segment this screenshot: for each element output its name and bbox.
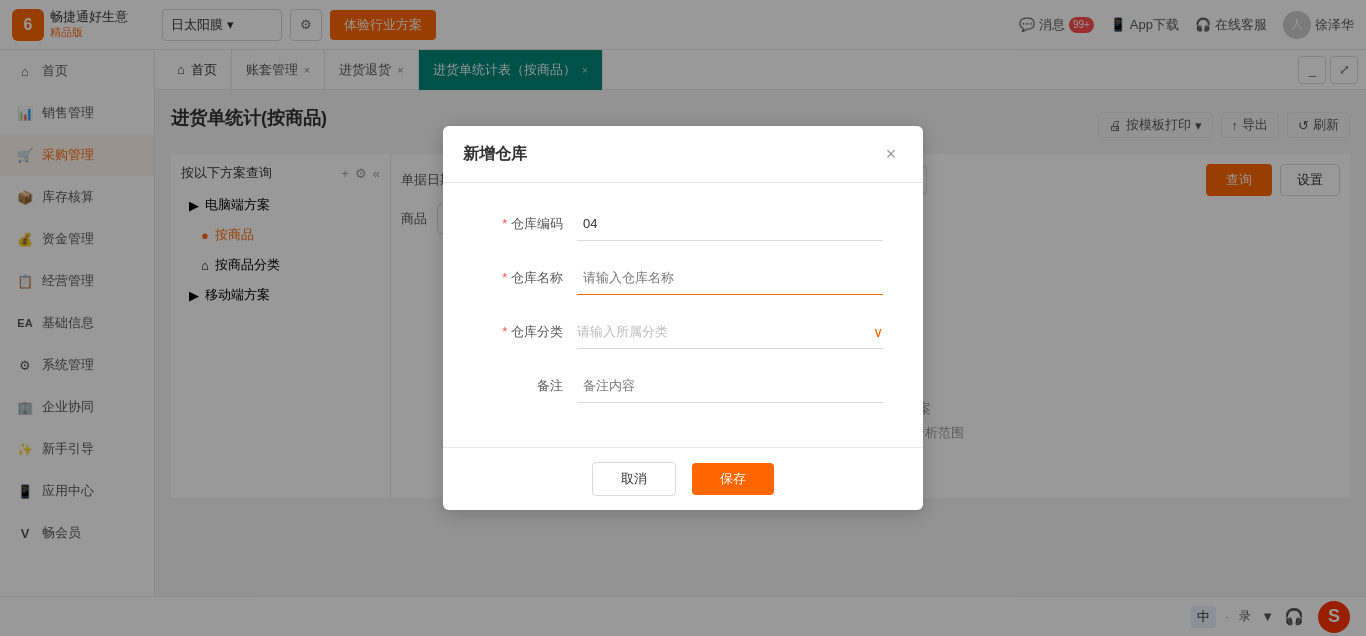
category-label: 仓库分类: [483, 323, 563, 341]
form-row-note: 备注: [483, 369, 883, 403]
save-button[interactable]: 保存: [692, 463, 774, 495]
category-chevron-icon: ∨: [873, 324, 883, 340]
dialog-footer: 取消 保存: [443, 447, 923, 510]
code-label: 仓库编码: [483, 215, 563, 233]
dialog-close-btn[interactable]: ×: [879, 142, 903, 166]
form-row-category: 仓库分类 请输入所属分类 ∨: [483, 315, 883, 349]
category-select[interactable]: 请输入所属分类 ∨: [577, 315, 883, 349]
form-row-name: 仓库名称: [483, 261, 883, 295]
dialog-title: 新增仓库: [463, 144, 527, 165]
code-input[interactable]: [577, 207, 883, 241]
form-row-code: 仓库编码: [483, 207, 883, 241]
dialog-body: 仓库编码 仓库名称 仓库分类 请输入所属分类 ∨: [443, 183, 923, 447]
dialog-overlay: 新增仓库 × 仓库编码 仓库名称 仓库分类: [0, 0, 1366, 636]
note-label: 备注: [483, 377, 563, 395]
note-input[interactable]: [577, 369, 883, 403]
dialog-header: 新增仓库 ×: [443, 126, 923, 183]
new-warehouse-dialog: 新增仓库 × 仓库编码 仓库名称 仓库分类: [443, 126, 923, 510]
cancel-button[interactable]: 取消: [592, 462, 676, 496]
category-placeholder: 请输入所属分类: [577, 323, 668, 341]
name-label: 仓库名称: [483, 269, 563, 287]
name-input[interactable]: [577, 261, 883, 295]
